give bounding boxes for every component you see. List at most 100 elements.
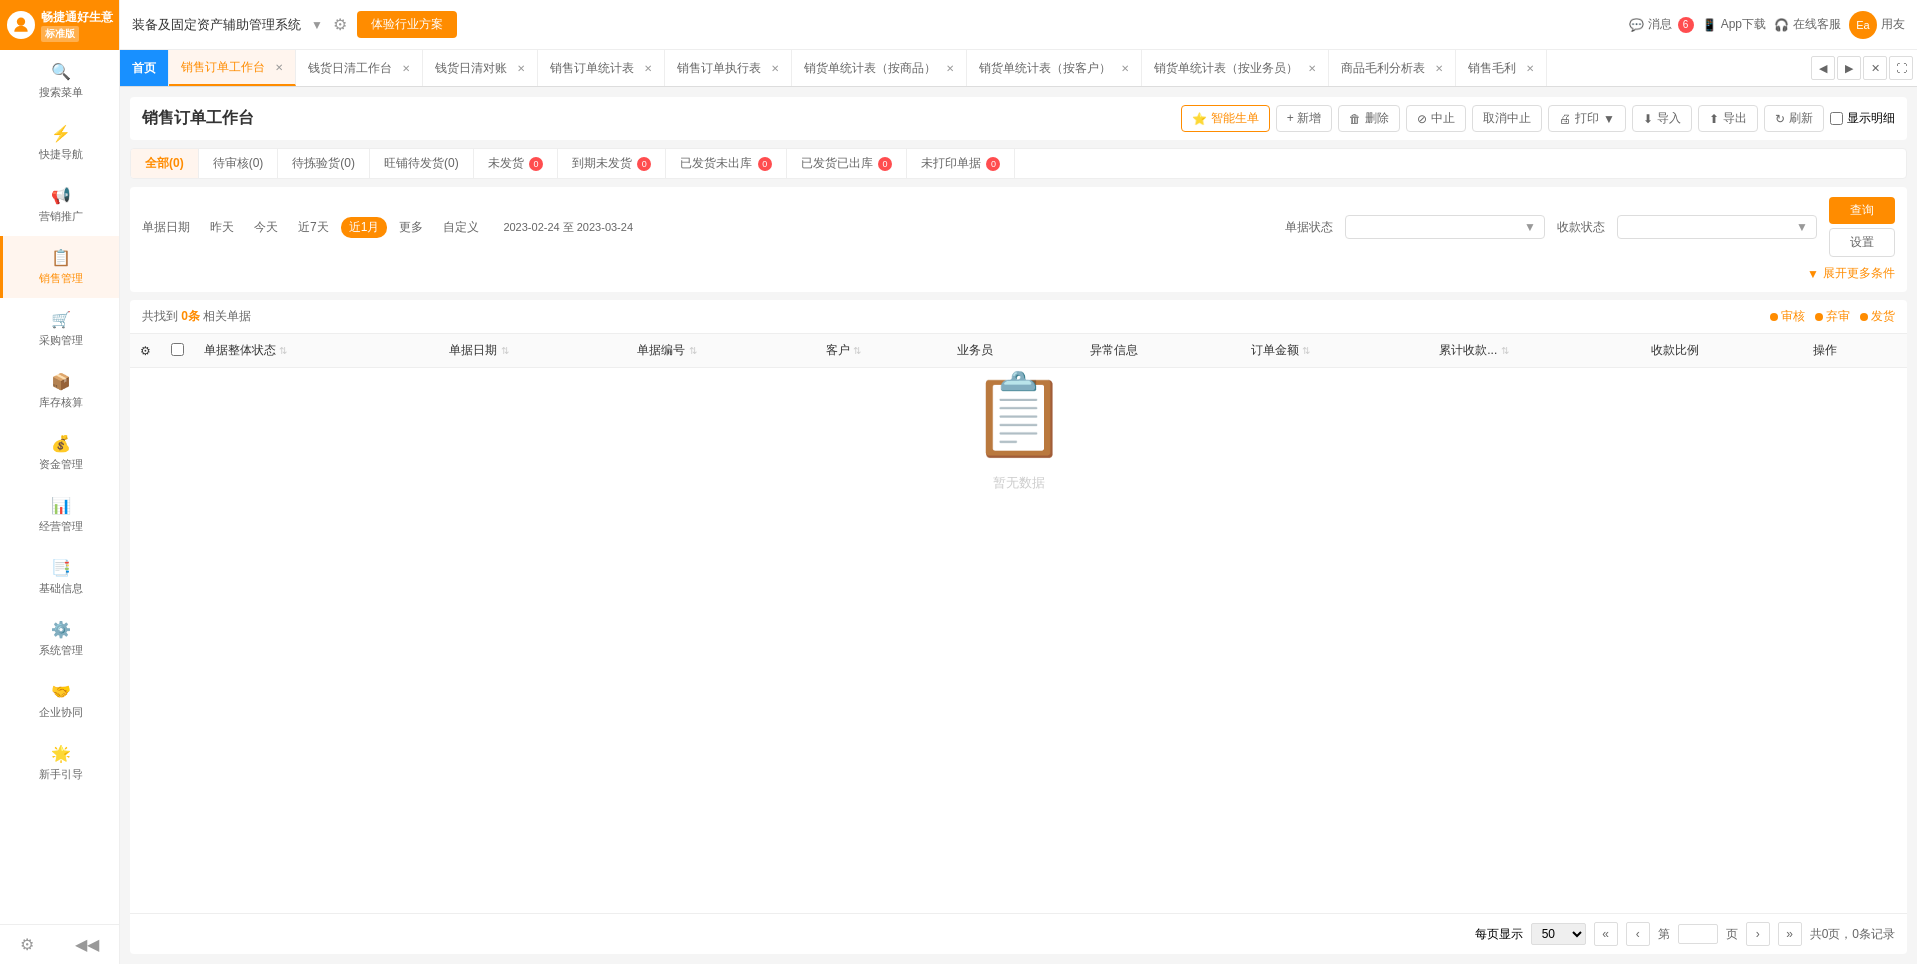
sidebar-item-basic-info[interactable]: 📑 基础信息: [0, 546, 119, 608]
payment-select[interactable]: ▼: [1617, 215, 1817, 239]
sidebar-item-operations[interactable]: 📊 经营管理: [0, 484, 119, 546]
date-custom[interactable]: 自定义: [435, 217, 487, 238]
filter-tab-wangpu[interactable]: 旺铺待发货(0): [370, 149, 474, 178]
tab-sales-stat-close[interactable]: ✕: [644, 63, 652, 74]
tab-cash-daily-close[interactable]: ✕: [402, 63, 410, 74]
tabs-close-all-btn[interactable]: ✕: [1863, 56, 1887, 80]
date-sort-icon[interactable]: ⇅: [501, 345, 509, 356]
last-page-btn[interactable]: »: [1778, 922, 1802, 946]
sidebar-item-search[interactable]: 🔍 搜索菜单: [0, 50, 119, 112]
app-download-btn[interactable]: 📱 App下载: [1702, 16, 1766, 33]
print-button[interactable]: 🖨 打印 ▼: [1548, 105, 1626, 132]
stop-button[interactable]: ⊘ 中止: [1406, 105, 1466, 132]
filter-tab-pending-check[interactable]: 待拣验货(0): [278, 149, 370, 178]
sidebar-item-marketing[interactable]: 📢 营销推广: [0, 174, 119, 236]
tabs-fullscreen-btn[interactable]: ⛶: [1889, 56, 1913, 80]
sidebar-item-guide[interactable]: 🌟 新手引导: [0, 732, 119, 794]
date-7days[interactable]: 近7天: [290, 217, 337, 238]
tab-sales-summary-staff[interactable]: 销货单统计表（按业务员） ✕: [1142, 50, 1329, 86]
sidebar-collapse-btn[interactable]: ◀◀: [75, 935, 99, 954]
settings-button[interactable]: 设置: [1829, 228, 1895, 257]
tab-sales-stat[interactable]: 销售订单统计表 ✕: [538, 50, 665, 86]
sidebar-item-sales[interactable]: 📋 销售管理: [0, 236, 119, 298]
show-detail-checkbox[interactable]: 显示明细: [1830, 110, 1895, 127]
tab-summary-product-close[interactable]: ✕: [946, 63, 954, 74]
tab-sales-order-close[interactable]: ✕: [275, 62, 283, 73]
amount-sort-icon[interactable]: ⇅: [1302, 345, 1310, 356]
ship-button[interactable]: 发货: [1860, 308, 1895, 325]
sidebar-item-system[interactable]: ⚙️ 系统管理: [0, 608, 119, 670]
export-button[interactable]: ⬆ 导出: [1698, 105, 1758, 132]
sidebar-label-inventory: 库存核算: [39, 395, 83, 410]
unaudit-button[interactable]: 弃审: [1815, 308, 1850, 325]
tab-summary-staff-close[interactable]: ✕: [1308, 63, 1316, 74]
date-1month[interactable]: 近1月: [341, 217, 388, 238]
online-service-btn[interactable]: 🎧 在线客服: [1774, 16, 1841, 33]
filter-tab-shipped-not-out[interactable]: 已发货未出库 0: [666, 149, 786, 178]
tab-sales-order[interactable]: 销售订单工作台 ✕: [169, 50, 296, 86]
delete-button[interactable]: 🗑 删除: [1338, 105, 1400, 132]
status-sort-icon[interactable]: ⇅: [279, 345, 287, 356]
page-size-select[interactable]: 50 100 200: [1531, 923, 1586, 945]
tab-cash-daily[interactable]: 钱货日清工作台 ✕: [296, 50, 423, 86]
filter-tab-overdue-ship[interactable]: 到期未发货 0: [558, 149, 666, 178]
sidebar-settings-btn[interactable]: ⚙: [20, 935, 34, 954]
tab-summary-customer-close[interactable]: ✕: [1121, 63, 1129, 74]
tab-sales-exec-close[interactable]: ✕: [771, 63, 779, 74]
sidebar-item-quick-nav[interactable]: ⚡ 快捷导航: [0, 112, 119, 174]
tab-cash-reconcile[interactable]: 钱货日清对账 ✕: [423, 50, 538, 86]
tab-profit-close[interactable]: ✕: [1526, 63, 1534, 74]
tab-product-margin[interactable]: 商品毛利分析表 ✕: [1329, 50, 1456, 86]
filter-tab-all[interactable]: 全部(0): [131, 149, 199, 178]
tab-sales-profit[interactable]: 销售毛利 ✕: [1456, 50, 1547, 86]
refresh-button[interactable]: ↻ 刷新: [1764, 105, 1824, 132]
solution-button[interactable]: 体验行业方案: [357, 11, 457, 38]
select-all-checkbox[interactable]: [171, 343, 184, 356]
show-detail-input[interactable]: [1830, 112, 1843, 125]
col-settings-icon[interactable]: ⚙: [140, 344, 151, 358]
first-page-btn[interactable]: «: [1594, 922, 1618, 946]
sidebar-item-purchase[interactable]: 🛒 采购管理: [0, 298, 119, 360]
cancel-stop-button[interactable]: 取消中止: [1472, 105, 1542, 132]
filter-tab-pending[interactable]: 待审核(0): [199, 149, 279, 178]
settings-icon[interactable]: ⚙: [333, 15, 347, 34]
sidebar-item-finance[interactable]: 💰 资金管理: [0, 422, 119, 484]
collected-sort-icon[interactable]: ⇅: [1501, 345, 1509, 356]
tab-sales-summary-product[interactable]: 销货单统计表（按商品） ✕: [792, 50, 967, 86]
tab-margin-close[interactable]: ✕: [1435, 63, 1443, 74]
customer-sort-icon[interactable]: ⇅: [853, 345, 861, 356]
tab-sales-summary-customer[interactable]: 销货单统计表（按客户） ✕: [967, 50, 1142, 86]
status-select[interactable]: ▼: [1345, 215, 1545, 239]
table-scroll[interactable]: ⚙ 单据整体状态 ⇅ 单据日期 ⇅: [130, 334, 1907, 913]
prev-page-btn[interactable]: ‹: [1626, 922, 1650, 946]
user-btn[interactable]: Ea 用友: [1849, 11, 1905, 39]
tab-cash-reconcile-close[interactable]: ✕: [517, 63, 525, 74]
date-yesterday[interactable]: 昨天: [202, 217, 242, 238]
tabs-prev-btn[interactable]: ◀: [1811, 56, 1835, 80]
expand-conditions-button[interactable]: ▼ 展开更多条件: [1807, 265, 1895, 282]
app-logo: 畅捷通好生意 标准版: [0, 0, 119, 50]
col-checkbox[interactable]: [161, 334, 194, 368]
sidebar: 畅捷通好生意 标准版 🔍 搜索菜单 ⚡ 快捷导航 📢 营销推广 📋 销售管理 🛒…: [0, 0, 120, 964]
audit-button[interactable]: 审核: [1770, 308, 1805, 325]
date-more[interactable]: 更多: [391, 217, 431, 238]
sidebar-item-inventory[interactable]: 📦 库存核算: [0, 360, 119, 422]
page-number-input[interactable]: 1: [1678, 924, 1718, 944]
tab-home[interactable]: 首页: [120, 50, 169, 86]
date-today[interactable]: 今天: [246, 217, 286, 238]
new-button[interactable]: + 新增: [1276, 105, 1332, 132]
next-page-btn[interactable]: ›: [1746, 922, 1770, 946]
filter-tab-shipped-out[interactable]: 已发货已出库 0: [787, 149, 907, 178]
col-settings[interactable]: ⚙: [130, 334, 161, 368]
tabs-next-btn[interactable]: ▶: [1837, 56, 1861, 80]
tab-sales-exec[interactable]: 销售订单执行表 ✕: [665, 50, 792, 86]
filter-tab-not-shipped[interactable]: 未发货 0: [474, 149, 558, 178]
smart-gen-button[interactable]: ⭐ 智能生单: [1181, 105, 1270, 132]
filter-tab-not-printed[interactable]: 未打印单据 0: [907, 149, 1015, 178]
topbar-dropdown-chevron[interactable]: ▼: [311, 18, 323, 32]
query-button[interactable]: 查询: [1829, 197, 1895, 224]
sidebar-item-cooperation[interactable]: 🤝 企业协同: [0, 670, 119, 732]
number-sort-icon[interactable]: ⇅: [689, 345, 697, 356]
message-btn[interactable]: 💬 消息 6: [1629, 16, 1694, 33]
import-button[interactable]: ⬇ 导入: [1632, 105, 1692, 132]
